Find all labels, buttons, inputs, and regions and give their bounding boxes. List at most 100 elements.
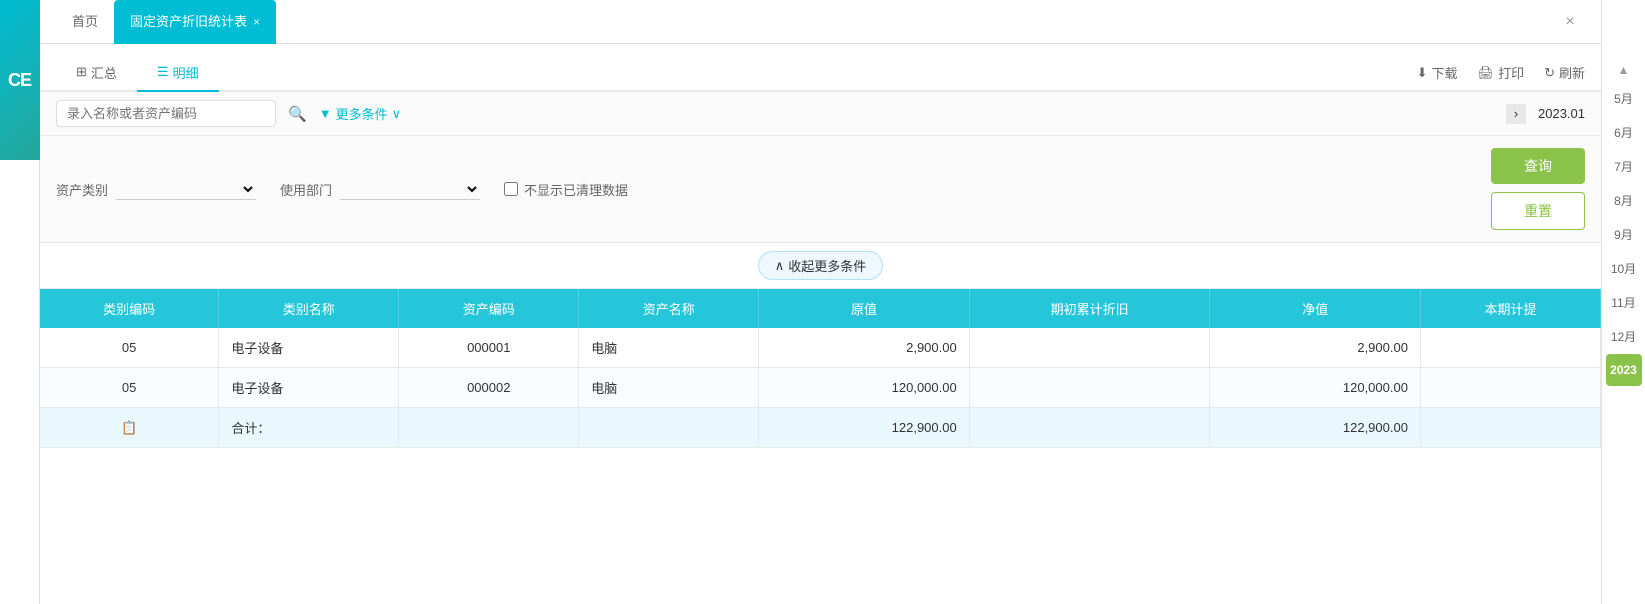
logo-text: CE [8,70,31,91]
asset-category-group: 资产类别 [56,178,256,200]
month-5[interactable]: 5月 [1606,82,1642,114]
total-net-value: 122,900.00 [1210,408,1421,448]
cell-original-value: 2,900.00 [759,328,970,368]
month-scroll-up[interactable]: ▲ [1606,60,1642,80]
department-group: 使用部门 [280,178,480,200]
col-header-net-value: 净值 [1210,289,1421,328]
cell-current-depreciation [1420,368,1600,408]
year-badge[interactable]: 2023 [1606,354,1642,386]
search-icon[interactable]: 🔍 [288,105,307,123]
month-9[interactable]: 9月 [1606,218,1642,250]
col-header-current-depreciation: 本期计提 [1420,289,1600,328]
month-6[interactable]: 6月 [1606,116,1642,148]
download-icon: ⬇ [1417,65,1428,81]
cell-category-name: 电子设备 [219,328,399,368]
total-empty-2 [579,408,759,448]
logo: CE [0,0,40,160]
table-row: 05 电子设备 000002 电脑 120,000.00 120,000.00 [40,368,1601,408]
collapse-bar: ∧ 收起更多条件 [40,243,1601,289]
cell-current-depreciation [1420,328,1600,368]
content-area: ⊞ 汇总 ☰ 明细 ⬇ 下载 🖨 打印 ↻ 刷新 [40,44,1601,604]
asset-category-label: 资产类别 [56,180,108,199]
month-7[interactable]: 7月 [1606,150,1642,182]
query-button[interactable]: 查询 [1491,148,1585,184]
more-conditions-button[interactable]: ▼ 更多条件 ∨ [319,104,401,123]
cell-category-name: 电子设备 [219,368,399,408]
sub-tab-actions: ⬇ 下载 🖨 打印 ↻ 刷新 [1417,63,1585,90]
asset-category-select[interactable] [116,178,256,200]
total-original-value: 122,900.00 [759,408,970,448]
search-input[interactable] [56,100,276,127]
collapse-icon: ∧ [775,258,785,274]
tab-close-icon[interactable]: × [253,0,260,44]
cell-category-code: 05 [40,328,219,368]
sub-tab-bar: ⊞ 汇总 ☰ 明细 ⬇ 下载 🖨 打印 ↻ 刷新 [40,44,1601,92]
download-button[interactable]: ⬇ 下载 [1417,63,1458,82]
tab-active-label: 固定资产折旧统计表 [130,0,247,44]
print-label: 打印 [1498,63,1524,82]
filter-buttons: 查询 重置 [1491,148,1585,230]
date-nav-prev[interactable]: › [1506,104,1526,124]
hide-cleared-label: 不显示已清理数据 [524,180,628,199]
table-row: 05 电子设备 000001 电脑 2,900.00 2,900.00 [40,328,1601,368]
refresh-button[interactable]: ↻ 刷新 [1544,63,1585,82]
table-wrapper: 类别编码 类别名称 资产编码 资产名称 原值 期初累计折旧 净值 本期计提 05 [40,289,1601,604]
tab-detail[interactable]: ☰ 明细 [137,54,219,92]
filter-icon: ▼ [319,106,332,121]
table-header-row: 类别编码 类别名称 资产编码 资产名称 原值 期初累计折旧 净值 本期计提 [40,289,1601,328]
col-header-asset-name: 资产名称 [579,289,759,328]
cell-accum-depreciation [969,328,1210,368]
reset-button[interactable]: 重置 [1491,192,1585,230]
total-accum-depreciation [969,408,1210,448]
total-empty-1 [399,408,579,448]
col-header-category-name: 类别名称 [219,289,399,328]
collapse-label: 收起更多条件 [788,256,866,275]
right-sidebar: ▲ 5月 6月 7月 8月 9月 10月 11月 12月 2023 [1601,0,1645,604]
tab-home[interactable]: 首页 [56,0,114,44]
data-table: 类别编码 类别名称 资产编码 资产名称 原值 期初累计折旧 净值 本期计提 05 [40,289,1601,448]
refresh-label: 刷新 [1559,63,1585,82]
chevron-down-icon: ∨ [392,106,402,122]
refresh-icon: ↻ [1544,65,1555,81]
tab-summary[interactable]: ⊞ 汇总 [56,54,137,92]
current-date: 2023.01 [1538,106,1585,121]
month-12[interactable]: 12月 [1606,320,1642,352]
download-label: 下载 [1432,63,1458,82]
department-select[interactable] [340,178,480,200]
sidebar: CE [0,0,40,604]
month-10[interactable]: 10月 [1606,252,1642,284]
summary-icon: ⊞ [76,64,87,80]
col-header-original-value: 原值 [759,289,970,328]
tab-detail-label: 明细 [173,63,199,82]
total-row: 📋 合计： 122,900.00 122,900.00 [40,408,1601,448]
cell-net-value: 120,000.00 [1210,368,1421,408]
hide-cleared-group: 不显示已清理数据 [504,180,628,199]
cell-asset-code: 000002 [399,368,579,408]
cell-accum-depreciation [969,368,1210,408]
print-button[interactable]: 🖨 打印 [1478,63,1525,82]
cell-asset-name: 电脑 [579,328,759,368]
total-icon: 📋 [121,420,137,435]
tab-active[interactable]: 固定资产折旧统计表 × [114,0,276,44]
total-icon-cell: 📋 [40,408,219,448]
month-8[interactable]: 8月 [1606,184,1642,216]
collapse-button[interactable]: ∧ 收起更多条件 [758,251,884,280]
hide-cleared-checkbox[interactable] [504,182,518,196]
col-header-accum-depreciation: 期初累计折旧 [969,289,1210,328]
detail-icon: ☰ [157,64,169,80]
total-current-depreciation [1420,408,1600,448]
more-conditions-label: 更多条件 [336,104,388,123]
col-header-category-code: 类别编码 [40,289,219,328]
cell-asset-name: 电脑 [579,368,759,408]
filter-bar: 🔍 ▼ 更多条件 ∨ › 2023.01 [40,92,1601,136]
window-close-button[interactable]: × [1555,7,1585,37]
print-icon: 🖨 [1478,65,1495,81]
cell-category-code: 05 [40,368,219,408]
cell-net-value: 2,900.00 [1210,328,1421,368]
month-11[interactable]: 11月 [1606,286,1642,318]
department-label: 使用部门 [280,180,332,199]
main-area: 首页 固定资产折旧统计表 × × ⊞ 汇总 ☰ 明细 ⬇ 下载 [40,0,1601,604]
col-header-asset-code: 资产编码 [399,289,579,328]
cell-original-value: 120,000.00 [759,368,970,408]
advanced-filter: 资产类别 使用部门 不显示已清理数据 查询 重置 [40,136,1601,243]
